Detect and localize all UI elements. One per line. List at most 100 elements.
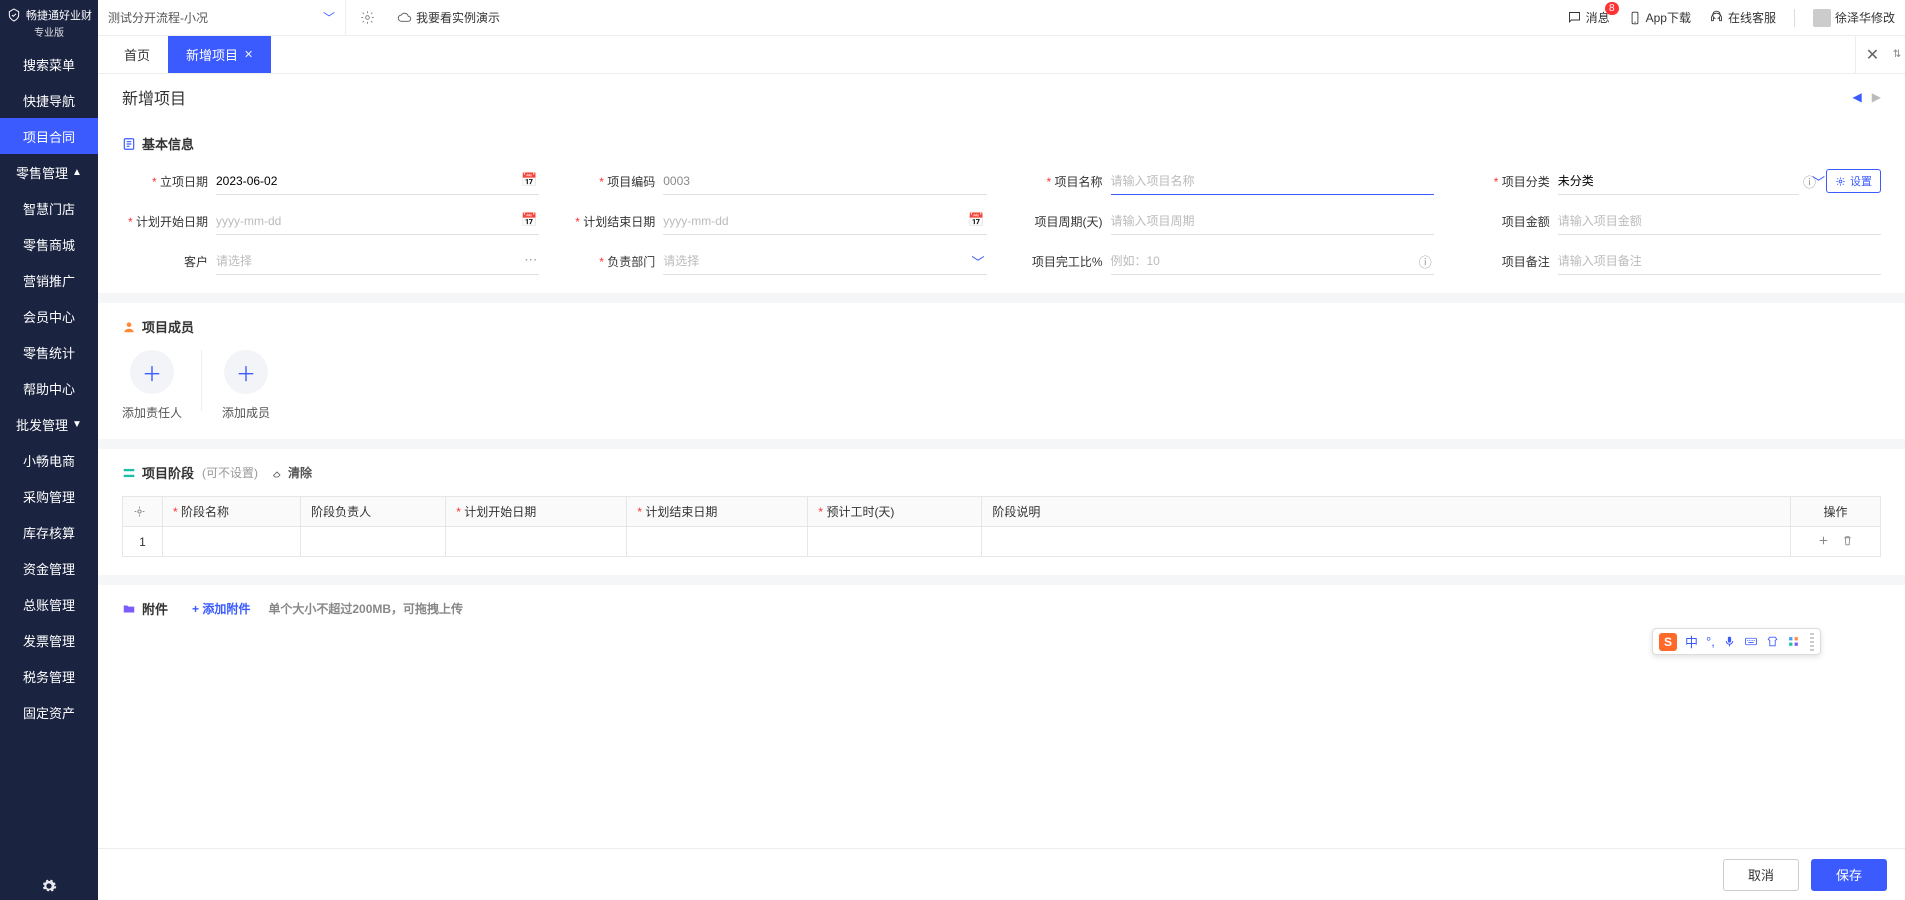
project-date-input[interactable] <box>216 167 539 195</box>
plan-end-input[interactable] <box>663 207 986 235</box>
section-stages: 项目阶段 (可不设置) 清除 阶段名称 阶段负责人 <box>98 449 1905 585</box>
sidebar-item-inventory[interactable]: 库存核算 <box>0 514 98 550</box>
trash-icon[interactable] <box>1841 534 1854 547</box>
add-owner-label: 添加责任人 <box>122 404 182 421</box>
table-row: 1 <box>123 527 1881 557</box>
cycle-input[interactable] <box>1111 207 1434 235</box>
field-remark: 项目备注 <box>1464 247 1881 275</box>
ime-mic-icon[interactable] <box>1723 635 1736 648</box>
department-select[interactable] <box>663 247 986 275</box>
table-header-row: 阶段名称 阶段负责人 计划开始日期 计划结束日期 预计工时(天) 阶段说明 操作 <box>123 497 1881 527</box>
support-button[interactable]: 在线客服 <box>1709 9 1776 26</box>
th-stage-plan-start: 计划开始日期 <box>446 497 627 527</box>
stage-icon <box>122 466 136 480</box>
clear-stages-button[interactable]: 清除 <box>272 464 312 481</box>
chevron-down-icon[interactable]: ﹀ <box>971 252 984 271</box>
user-menu[interactable]: 徐泽华修改 <box>1813 9 1895 27</box>
tab-home[interactable]: 首页 <box>106 36 168 73</box>
sidebar-item-fixed-asset[interactable]: 固定资产 <box>0 694 98 730</box>
cell-stage-name[interactable] <box>163 527 301 557</box>
cell-stage-owner[interactable] <box>301 527 446 557</box>
field-project-name: 项目名称 <box>1017 167 1434 195</box>
sidebar-item-tax[interactable]: 税务管理 <box>0 658 98 694</box>
ime-apps-icon[interactable] <box>1787 635 1800 648</box>
sidebar-item-retail-stats[interactable]: 零售统计 <box>0 334 98 370</box>
sidebar-item-wholesale[interactable]: 批发管理▼ <box>0 406 98 442</box>
plan-start-input[interactable] <box>216 207 539 235</box>
sidebar-item-ledger[interactable]: 总账管理 <box>0 586 98 622</box>
gear-icon <box>41 878 57 894</box>
sidebar-item-project-contract[interactable]: 项目合同 <box>0 118 98 154</box>
help-icon[interactable]: ⓘ <box>1419 252 1432 271</box>
cell-operation[interactable] <box>1791 527 1881 557</box>
form-icon <box>122 137 136 151</box>
save-button[interactable]: 保存 <box>1811 859 1887 891</box>
chevron-down-icon: ﹀ <box>323 9 335 26</box>
th-stage-name: 阶段名称 <box>163 497 301 527</box>
cell-stage-pend[interactable] <box>627 527 808 557</box>
app-download-button[interactable]: App下载 <box>1628 9 1691 26</box>
completion-input[interactable] <box>1111 247 1434 275</box>
sidebar-item-retail-mall[interactable]: 零售商城 <box>0 226 98 262</box>
more-icon[interactable]: ⋯ <box>524 252 537 268</box>
demo-link[interactable]: 我要看实例演示 <box>397 9 500 26</box>
sidebar-item-retail-mgmt[interactable]: 零售管理▲ <box>0 154 98 190</box>
ime-drag-handle[interactable] <box>1810 633 1814 651</box>
add-member-button[interactable]: ＋ <box>224 350 268 394</box>
field-project-date: 立项日期 📅 <box>122 167 539 195</box>
plus-icon[interactable] <box>1817 534 1830 547</box>
calendar-icon[interactable]: 📅 <box>521 212 537 228</box>
expand-toggle[interactable]: ⇅ <box>1889 36 1905 73</box>
cell-stage-hours[interactable] <box>808 527 982 557</box>
sidebar-item-quicknav[interactable]: 快捷导航 <box>0 82 98 118</box>
section-attachments: 附件 + 添加附件 单个大小不超过200MB，可拖拽上传 <box>98 585 1905 642</box>
sidebar-item-purchase[interactable]: 采购管理 <box>0 478 98 514</box>
project-code-input[interactable] <box>663 167 986 195</box>
section-basic: 基本信息 立项日期 📅 项目编码 <box>98 120 1905 303</box>
th-settings[interactable] <box>123 497 163 527</box>
th-stage-desc: 阶段说明 <box>982 497 1791 527</box>
tab-new-project[interactable]: 新增项目 ✕ <box>168 36 271 73</box>
category-settings-button[interactable]: 设置 <box>1826 169 1881 193</box>
ime-toolbar[interactable]: S 中 °, <box>1652 628 1821 655</box>
add-owner-button[interactable]: ＋ <box>130 350 174 394</box>
gear-icon <box>360 10 375 25</box>
workflow-settings-button[interactable] <box>360 10 375 25</box>
next-record-button[interactable]: ▶ <box>1872 90 1881 104</box>
add-attachment-button[interactable]: + 添加附件 <box>192 600 250 617</box>
sidebar-item-smart-store[interactable]: 智慧门店 <box>0 190 98 226</box>
calendar-icon[interactable]: 📅 <box>521 172 537 188</box>
prev-record-button[interactable]: ◀ <box>1853 90 1862 104</box>
close-all-tabs-button[interactable]: ✕ <box>1855 36 1889 73</box>
sidebar: 畅捷通好业财 专业版 搜索菜单 快捷导航 项目合同 零售管理▲ 智慧门店 零售商… <box>0 0 98 900</box>
sidebar-item-invoice[interactable]: 发票管理 <box>0 622 98 658</box>
ime-punct-icon[interactable]: °, <box>1706 634 1715 649</box>
messages-button[interactable]: 消息 8 <box>1567 9 1610 26</box>
sidebar-item-search[interactable]: 搜索菜单 <box>0 46 98 82</box>
project-category-select[interactable] <box>1558 167 1799 195</box>
calendar-icon[interactable]: 📅 <box>968 212 984 228</box>
sidebar-item-member[interactable]: 会员中心 <box>0 298 98 334</box>
customer-select[interactable] <box>216 247 539 275</box>
field-project-category: 项目分类 ﹀ ⓘ 设置 <box>1464 167 1881 195</box>
sidebar-item-ecommerce[interactable]: 小畅电商 <box>0 442 98 478</box>
sidebar-item-finance[interactable]: 资金管理 <box>0 550 98 586</box>
mobile-icon <box>1628 11 1642 25</box>
cell-stage-desc[interactable] <box>982 527 1791 557</box>
ime-lang[interactable]: 中 <box>1685 632 1698 651</box>
eraser-icon <box>272 467 284 479</box>
project-name-input[interactable] <box>1111 167 1434 195</box>
sidebar-item-help[interactable]: 帮助中心 <box>0 370 98 406</box>
ime-skin-icon[interactable] <box>1766 635 1779 648</box>
sidebar-settings[interactable] <box>0 878 98 894</box>
remark-input[interactable] <box>1558 247 1881 275</box>
add-member: ＋ 添加成员 <box>222 350 270 421</box>
close-tab-icon[interactable]: ✕ <box>244 48 253 61</box>
workflow-selector[interactable]: 测试分开流程-小况 ﹀ <box>108 0 346 35</box>
sidebar-item-marketing[interactable]: 营销推广 <box>0 262 98 298</box>
chevron-down-icon[interactable]: ﹀ <box>1812 172 1825 191</box>
cell-stage-pstart[interactable] <box>446 527 627 557</box>
amount-input[interactable] <box>1558 207 1881 235</box>
cancel-button[interactable]: 取消 <box>1723 859 1799 891</box>
ime-keyboard-icon[interactable] <box>1744 635 1758 648</box>
